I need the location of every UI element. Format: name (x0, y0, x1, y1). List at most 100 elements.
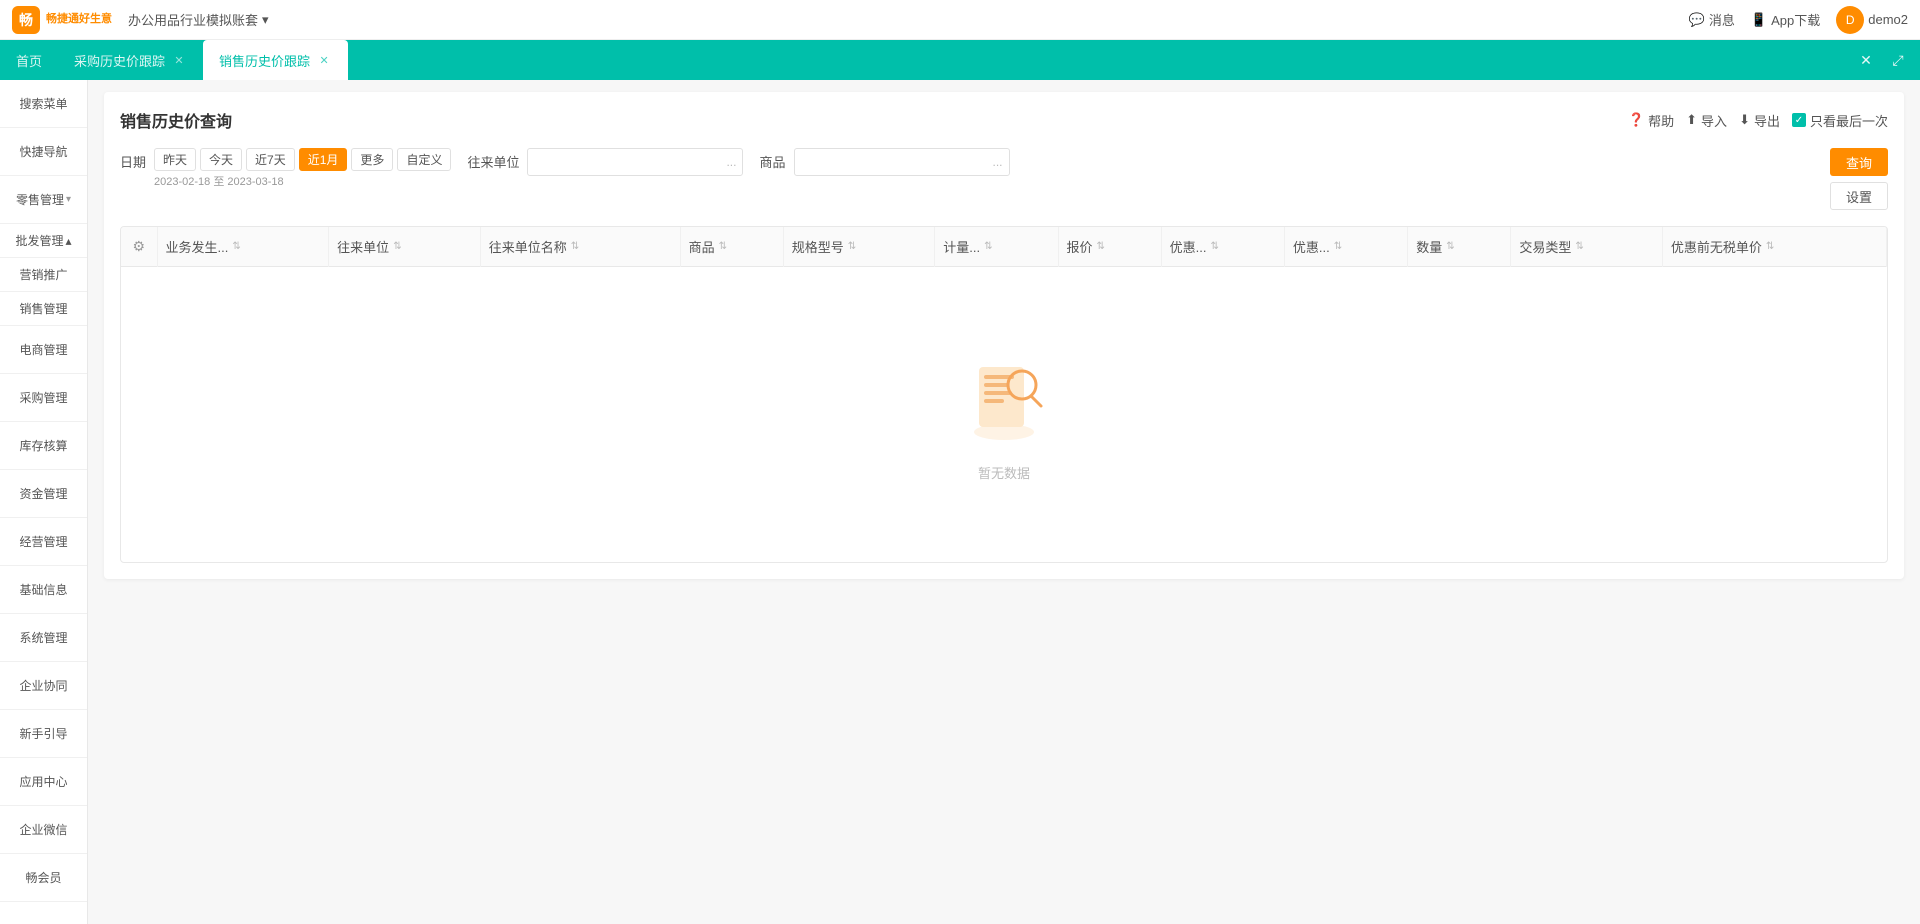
table-wrapper: ⚙ 业务发生... ⇅ 往来单 (120, 226, 1888, 563)
th-quantity[interactable]: 数量 ⇅ (1408, 227, 1511, 267)
date-filter-label: 日期 (120, 148, 146, 171)
th-quantity-label: 数量 (1416, 237, 1442, 256)
sidebar-item-finance-mgmt[interactable]: 资金管理 (0, 470, 87, 518)
sidebar-item-wholesale-mgmt[interactable]: 批发管理 ▴ (0, 224, 87, 258)
sort-icon: ⇅ (1210, 241, 1218, 252)
th-goods-label: 商品 (689, 237, 715, 256)
goods-input-dots[interactable]: ... (987, 155, 1009, 169)
th-quoted-price[interactable]: 报价 ⇅ (1058, 227, 1161, 267)
th-discount-rate[interactable]: 优惠... ⇅ (1161, 227, 1284, 267)
partner-input[interactable] (528, 155, 720, 170)
sidebar-item-app-center[interactable]: 应用中心 (0, 758, 87, 806)
th-partner-code-label: 往来单位 (337, 237, 389, 256)
date-btn-last7[interactable]: 近7天 (246, 148, 295, 171)
sidebar-item-app-center-label: 应用中心 (19, 773, 67, 790)
date-btn-yesterday[interactable]: 昨天 (154, 148, 196, 171)
sidebar-item-basic-info[interactable]: 基础信息 (0, 566, 87, 614)
phone-icon: 📱 (1751, 12, 1767, 28)
th-trade-type[interactable]: 交易类型 ⇅ (1511, 227, 1663, 267)
sort-icon: ⇅ (232, 241, 240, 252)
date-range-text: 2023-02-18 至 2023-03-18 (154, 173, 451, 189)
tab-purchase-history[interactable]: 采购历史价跟踪 ✕ (58, 40, 203, 80)
app-selector[interactable]: 办公用品行业模拟账套 ▾ (120, 6, 277, 33)
filter-right: 查询 设置 (1830, 148, 1888, 210)
date-buttons: 昨天 今天 近7天 近1月 更多 自定义 (154, 148, 451, 171)
sidebar-item-marketing-promo[interactable]: 营销推广 (0, 258, 87, 292)
tab-purchase-close-icon[interactable]: ✕ (171, 52, 187, 68)
date-btn-custom[interactable]: 自定义 (397, 148, 451, 171)
table-settings-icon[interactable]: ⚙ (132, 238, 145, 254)
chevron-down-icon: ▾ (262, 12, 269, 28)
sidebar-item-enterprise-agreement[interactable]: 企业协同 (0, 662, 87, 710)
sidebar-item-purchase-mgmt[interactable]: 采购管理 (0, 374, 87, 422)
maximize-button[interactable]: ⤢ (1884, 46, 1912, 74)
user-profile[interactable]: D demo2 (1836, 6, 1908, 34)
sidebar-item-retail-mgmt[interactable]: 零售管理 ▾ (0, 176, 87, 224)
sidebar-item-sales-mgmt[interactable]: 销售管理 (0, 292, 87, 326)
sidebar-item-ecommerce-mgmt[interactable]: 电商管理 (0, 326, 87, 374)
sidebar-item-basic-info-label: 基础信息 (19, 581, 67, 598)
sidebar-item-wholesale-mgmt-label: 批发管理 (15, 232, 63, 249)
app-selector-label: 办公用品行业模拟账套 (128, 10, 258, 29)
import-button[interactable]: ⬆ 导入 (1686, 111, 1727, 130)
sidebar-item-ecommerce-mgmt-label: 电商管理 (19, 341, 67, 358)
th-unit-label: 计量... (943, 237, 980, 256)
content-area: 销售历史价查询 ❓ 帮助 ⬆ 导入 ⬇ 导出 (88, 80, 1920, 924)
goods-input[interactable] (795, 155, 987, 170)
th-goods[interactable]: 商品 ⇅ (680, 227, 783, 267)
header-left: 畅 畅捷通好生意 办公用品行业模拟账套 ▾ (12, 6, 277, 34)
tab-bar-actions: ✕ ⤢ (1852, 46, 1920, 74)
tab-home[interactable]: 首页 (0, 40, 58, 80)
tab-sales-close-icon[interactable]: ✕ (316, 52, 332, 68)
message-button[interactable]: 💬 消息 (1689, 10, 1735, 29)
sidebar-item-operations-mgmt[interactable]: 经营管理 (0, 518, 87, 566)
th-partner-name[interactable]: 往来单位名称 ⇅ (480, 227, 680, 267)
chevron-up-icon: ▴ (65, 234, 71, 248)
sidebar-item-new-user-guide[interactable]: 新手引导 (0, 710, 87, 758)
query-button[interactable]: 查询 (1830, 148, 1888, 176)
date-btn-today[interactable]: 今天 (200, 148, 242, 171)
sidebar-item-marketing-promo-label: 营销推广 (19, 266, 67, 283)
top-header: 畅 畅捷通好生意 办公用品行业模拟账套 ▾ 💬 消息 📱 App下载 D dem… (0, 0, 1920, 40)
sidebar-item-finance-mgmt-label: 资金管理 (19, 485, 67, 502)
sidebar-item-inventory-check[interactable]: 库存核算 (0, 422, 87, 470)
date-btn-more[interactable]: 更多 (351, 148, 393, 171)
goods-filter-label: 商品 (759, 148, 785, 171)
app-download-button[interactable]: 📱 App下载 (1751, 10, 1820, 29)
table-header: ⚙ 业务发生... ⇅ 往来单 (121, 227, 1887, 267)
sort-icon: ⇅ (984, 241, 992, 252)
th-discount-amount[interactable]: 优惠... ⇅ (1284, 227, 1407, 267)
partner-input-dots[interactable]: ... (720, 155, 742, 169)
sidebar-item-system-mgmt[interactable]: 系统管理 (0, 614, 87, 662)
sidebar-item-enterprise-wechat[interactable]: 企业微信 (0, 806, 87, 854)
sidebar-item-member[interactable]: 畅会员 (0, 854, 87, 902)
message-label: 消息 (1709, 10, 1735, 29)
sidebar: 搜索菜单 快捷导航 零售管理 ▾ 批发管理 ▴ 营销推广 销售管理 电商管理 采… (0, 80, 88, 924)
th-spec-label: 规格型号 (792, 237, 844, 256)
sidebar-item-search-menu[interactable]: 搜索菜单 (0, 80, 87, 128)
sort-icon: ⇅ (1097, 241, 1105, 252)
th-settings: ⚙ (121, 227, 157, 267)
help-button[interactable]: ❓ 帮助 (1628, 111, 1674, 130)
tab-sales-history[interactable]: 销售历史价跟踪 ✕ (203, 40, 348, 80)
help-label: 帮助 (1648, 111, 1674, 130)
empty-state: 暂无数据 (121, 267, 1887, 562)
export-button[interactable]: ⬇ 导出 (1739, 111, 1780, 130)
sidebar-item-quick-nav[interactable]: 快捷导航 (0, 128, 87, 176)
th-biz-date[interactable]: 业务发生... ⇅ (157, 227, 329, 267)
th-trade-type-label: 交易类型 (1519, 237, 1571, 256)
th-unit[interactable]: 计量... ⇅ (935, 227, 1058, 267)
sidebar-item-retail-mgmt-label: 零售管理 (16, 191, 64, 208)
date-btn-last1m[interactable]: 近1月 (299, 148, 348, 171)
th-partner-code[interactable]: 往来单位 ⇅ (329, 227, 481, 267)
settings-button[interactable]: 设置 (1830, 182, 1888, 210)
partner-filter-label: 往来单位 (467, 148, 519, 171)
th-spec[interactable]: 规格型号 ⇅ (783, 227, 935, 267)
only-last-checkbox[interactable]: ✓ 只看最后一次 (1792, 111, 1888, 130)
th-pre-discount-price[interactable]: 优惠前无税单价 ⇅ (1662, 227, 1886, 267)
logo-area: 畅 畅捷通好生意 (12, 6, 112, 34)
th-biz-date-label: 业务发生... (166, 237, 229, 256)
close-all-tabs-button[interactable]: ✕ (1852, 46, 1880, 74)
tab-home-label: 首页 (16, 51, 42, 70)
date-filter-group: 日期 昨天 今天 近7天 近1月 更多 自定义 2023-02-18 至 202… (120, 148, 451, 189)
